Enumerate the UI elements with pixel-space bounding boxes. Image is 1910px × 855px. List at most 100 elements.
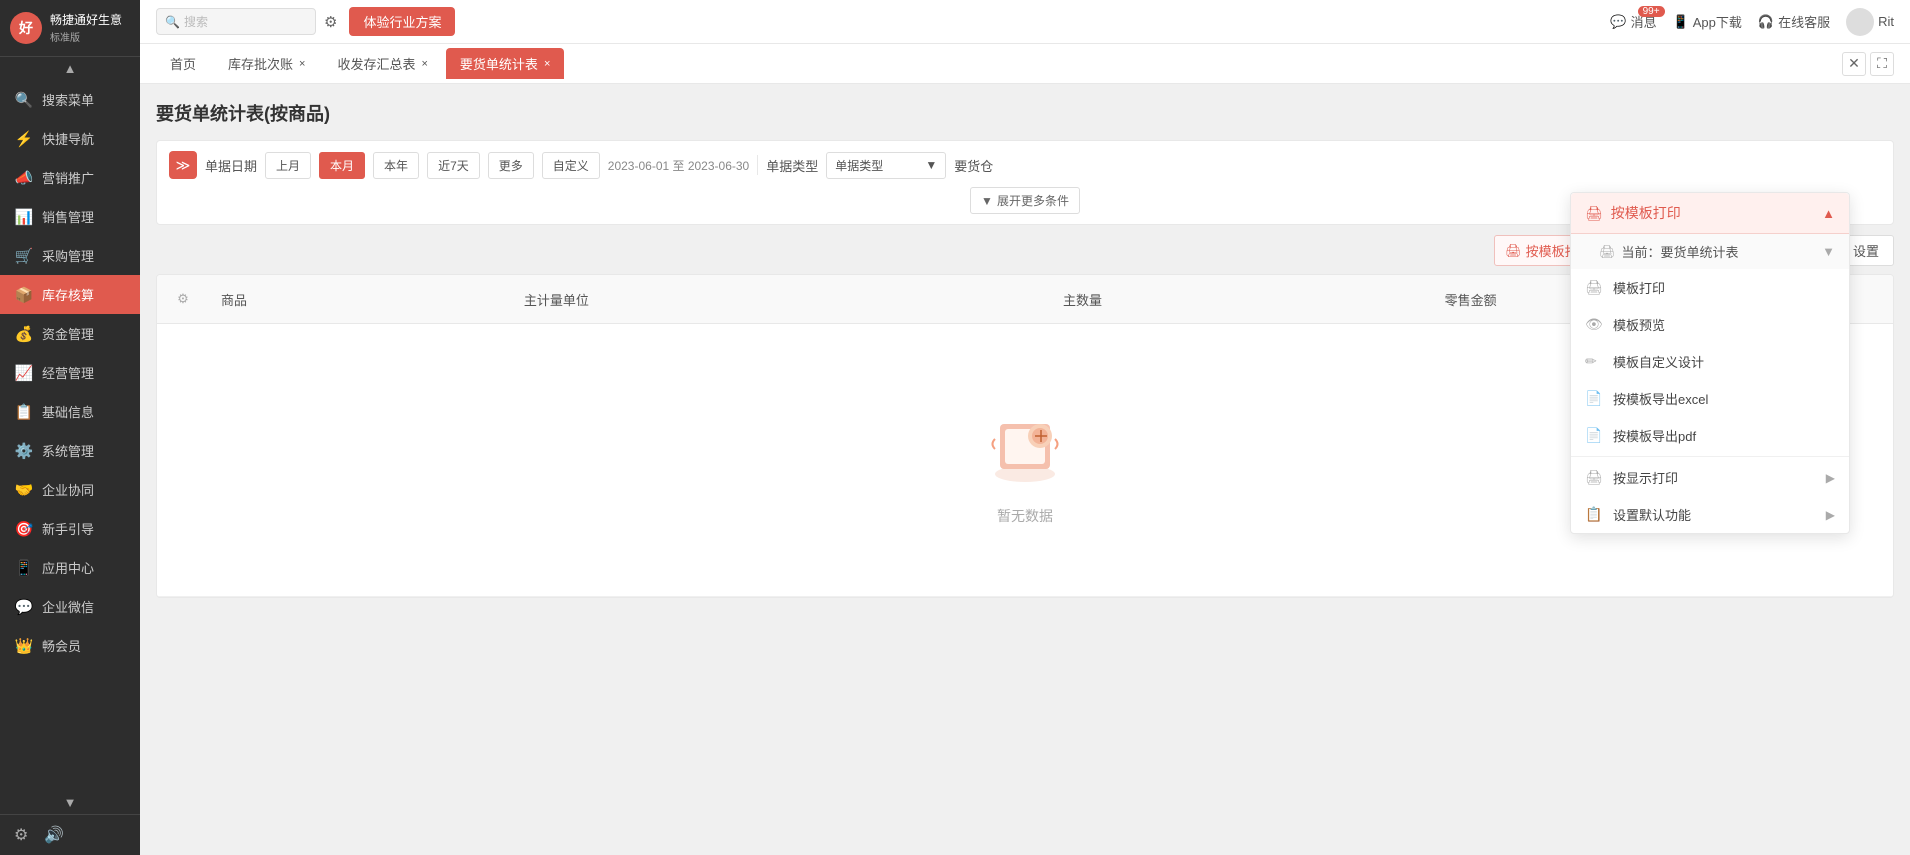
- template-excel-icon: 📄: [1585, 390, 1603, 407]
- empty-text: 暂无数据: [997, 506, 1053, 526]
- sidebar-item-cooperation[interactable]: 🤝 企业协同: [0, 470, 140, 509]
- search-placeholder: 搜索: [184, 13, 208, 30]
- date-filter-label: 单据日期: [205, 156, 257, 175]
- template-preview-label: 模板预览: [1613, 315, 1665, 334]
- select-arrow-icon: ▼: [925, 158, 937, 172]
- page-content: 要货单统计表(按商品) ≫ 单据日期 上月 本月 本年 近7天 更多 自定义 2…: [140, 84, 1910, 855]
- home-label: 首页: [170, 54, 196, 73]
- app-version: 标准版: [50, 29, 122, 44]
- online-service-item[interactable]: 🎧 在线客服: [1758, 12, 1830, 31]
- date-btn-last-month[interactable]: 上月: [265, 152, 311, 179]
- search-box[interactable]: 🔍 搜索: [156, 8, 316, 35]
- sidebar-item-business[interactable]: 📈 经营管理: [0, 353, 140, 392]
- filter-expand-button[interactable]: ≫: [169, 151, 197, 179]
- wechat-icon: 💬: [14, 598, 34, 616]
- user-avatar-item[interactable]: Rit: [1846, 8, 1894, 36]
- sidebar-item-quick-nav[interactable]: ⚡ 快捷导航: [0, 119, 140, 158]
- type-filter-select[interactable]: 单据类型 ▼: [826, 152, 946, 179]
- template-pdf-label: 按模板导出pdf: [1613, 426, 1696, 445]
- date-btn-this-year[interactable]: 本年: [373, 152, 419, 179]
- finance-icon: 💰: [14, 325, 34, 343]
- tab-label: 收发存汇总表: [337, 54, 415, 73]
- scroll-down-arrow[interactable]: ▼: [0, 791, 140, 814]
- tab-close-all-btn[interactable]: ✕: [1842, 52, 1866, 76]
- sidebar-item-search[interactable]: 🔍 搜索菜单: [0, 80, 140, 119]
- sidebar-item-purchase[interactable]: 🛒 采购管理: [0, 236, 140, 275]
- base-icon: 📋: [14, 403, 34, 421]
- dropdown-item-display-print[interactable]: 🖨 按显示打印 ▶: [1571, 459, 1849, 496]
- current-template-arrow: ▼: [1822, 244, 1835, 259]
- sidebar-item-label: 应用中心: [42, 558, 94, 577]
- sidebar-item-finance[interactable]: 💰 资金管理: [0, 314, 140, 353]
- search-icon: 🔍: [14, 91, 34, 109]
- sidebar-item-sales[interactable]: 📊 销售管理: [0, 197, 140, 236]
- sidebar-item-inventory[interactable]: 📦 库存核算: [0, 275, 140, 314]
- tab-home[interactable]: 首页: [156, 48, 210, 79]
- trial-button[interactable]: 体验行业方案: [349, 7, 455, 36]
- sidebar-item-app-center[interactable]: 📱 应用中心: [0, 548, 140, 587]
- audio-icon[interactable]: 🔊: [44, 825, 64, 845]
- download-icon: 📱: [1673, 14, 1689, 30]
- date-btn-more[interactable]: 更多: [488, 152, 534, 179]
- date-btn-this-month[interactable]: 本月: [319, 152, 365, 179]
- filter-divider: [757, 155, 758, 175]
- sidebar-item-base[interactable]: 📋 基础信息: [0, 392, 140, 431]
- dropdown-item-set-default[interactable]: 📋 设置默认功能 ▶: [1571, 496, 1849, 533]
- online-service-label: 在线客服: [1778, 12, 1830, 31]
- sidebar-item-label: 畅会员: [42, 636, 81, 655]
- set-default-arrow: ▶: [1826, 508, 1835, 522]
- sidebar-item-label: 资金管理: [42, 324, 94, 343]
- sidebar-item-label: 营销推广: [42, 168, 94, 187]
- sidebar-item-label: 经营管理: [42, 363, 94, 382]
- guide-icon: 🎯: [14, 520, 34, 538]
- tab-inventory-batch[interactable]: 库存批次账 ×: [214, 48, 319, 79]
- app-download-item[interactable]: 📱 App下载: [1673, 12, 1742, 31]
- dropdown-collapse-arrow[interactable]: ▲: [1822, 206, 1835, 221]
- table-settings-icon[interactable]: ⚙: [169, 285, 197, 313]
- dropdown-item-template-pdf[interactable]: 📄 按模板导出pdf: [1571, 417, 1849, 454]
- sidebar-item-label: 企业协同: [42, 480, 94, 499]
- empty-illustration: [975, 394, 1075, 494]
- sidebar-item-marketing[interactable]: 📣 营销推广: [0, 158, 140, 197]
- filter-row: ≫ 单据日期 上月 本月 本年 近7天 更多 自定义 2023-06-01 至 …: [169, 151, 1881, 179]
- user-name: Rit: [1878, 14, 1894, 29]
- quick-nav-icon: ⚡: [14, 130, 34, 148]
- print-dropdown-title: 按模板打印: [1611, 203, 1681, 223]
- dropdown-item-template-excel[interactable]: 📄 按模板导出excel: [1571, 380, 1849, 417]
- dropdown-item-template-preview[interactable]: 👁 模板预览: [1571, 306, 1849, 343]
- tabbar: 首页 库存批次账 × 收发存汇总表 × 要货单统计表 × ✕ ⛶: [140, 44, 1910, 84]
- tabbar-actions: ✕ ⛶: [1842, 52, 1894, 76]
- sidebar: 好 畅捷通好生意 标准版 ▲ 🔍 搜索菜单 ⚡ 快捷导航 📣 营销推广 📊 销售…: [0, 0, 140, 855]
- tab-close-order-stats[interactable]: ×: [544, 58, 550, 70]
- scroll-up-arrow[interactable]: ▲: [0, 57, 140, 80]
- tab-maximize-btn[interactable]: ⛶: [1870, 52, 1894, 76]
- sidebar-item-wechat[interactable]: 💬 企业微信: [0, 587, 140, 626]
- expand-more-label: 展开更多条件: [997, 192, 1069, 209]
- messages-item[interactable]: 💬 消息 99+: [1610, 12, 1656, 31]
- tab-close-inventory-batch[interactable]: ×: [299, 58, 305, 70]
- tab-close-receipt-summary[interactable]: ×: [421, 58, 427, 70]
- tab-label: 库存批次账: [228, 54, 293, 73]
- topbar-right: 💬 消息 99+ 📱 App下载 🎧 在线客服 Rit: [1610, 8, 1894, 36]
- th-product: 商品: [209, 275, 512, 324]
- settings-icon[interactable]: ⚙: [14, 825, 28, 845]
- th-settings: ⚙: [157, 275, 209, 324]
- print-dropdown-header[interactable]: 🖨 按模板打印 ▲: [1571, 193, 1849, 234]
- sidebar-item-label: 企业微信: [42, 597, 94, 616]
- date-btn-custom[interactable]: 自定义: [542, 152, 600, 179]
- member-icon: 👑: [14, 637, 34, 655]
- dropdown-header-left: 🖨 按模板打印: [1585, 203, 1681, 223]
- tab-receipt-summary[interactable]: 收发存汇总表 ×: [323, 48, 441, 79]
- topbar-gear-icon[interactable]: ⚙: [324, 13, 337, 31]
- dropdown-item-template-print[interactable]: 🖨 模板打印: [1571, 269, 1849, 306]
- topbar: 🔍 搜索 ⚙ 体验行业方案 💬 消息 99+ 📱 App下载 🎧 在线客服 Ri…: [140, 0, 1910, 44]
- template-excel-label: 按模板导出excel: [1613, 389, 1708, 408]
- cooperation-icon: 🤝: [14, 481, 34, 499]
- tab-order-stats[interactable]: 要货单统计表 ×: [446, 48, 564, 79]
- sidebar-item-guide[interactable]: 🎯 新手引导: [0, 509, 140, 548]
- expand-more-button[interactable]: ▼ 展开更多条件: [970, 187, 1080, 214]
- sidebar-item-member[interactable]: 👑 畅会员: [0, 626, 140, 665]
- sidebar-item-system[interactable]: ⚙️ 系统管理: [0, 431, 140, 470]
- date-btn-7days[interactable]: 近7天: [427, 152, 480, 179]
- dropdown-item-template-design[interactable]: ✏ 模板自定义设计: [1571, 343, 1849, 380]
